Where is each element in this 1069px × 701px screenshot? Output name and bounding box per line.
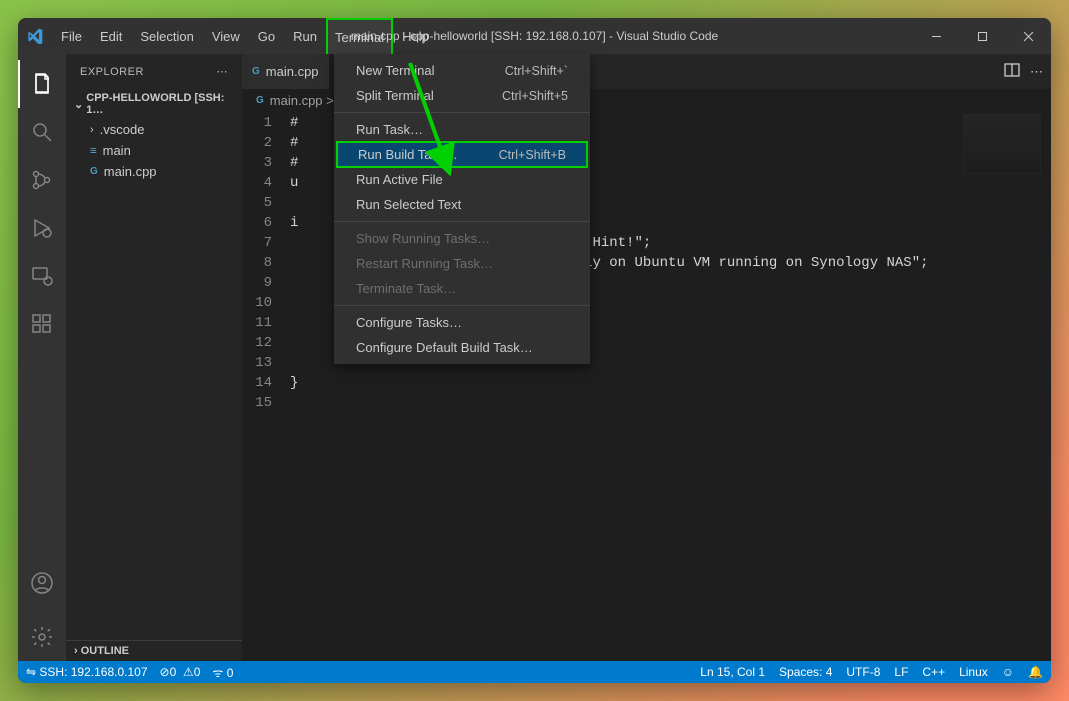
binary-file-icon: ≡	[90, 144, 97, 157]
menu-selection[interactable]: Selection	[131, 18, 202, 54]
explorer-icon[interactable]	[18, 60, 66, 108]
menu-item-run-task[interactable]: Run Task…	[334, 117, 590, 142]
more-icon[interactable]: ⋯	[217, 65, 229, 78]
sidebar-header: EXPLORER ⋯	[66, 54, 242, 89]
problems-indicator[interactable]: ⊘0 ⚠0	[160, 665, 201, 679]
sidebar-title: EXPLORER	[80, 66, 144, 78]
os-indicator[interactable]: Linux	[959, 665, 988, 679]
menu-item-run-active-file[interactable]: Run Active File	[334, 167, 590, 192]
outline-label: OUTLINE	[81, 645, 129, 657]
menu-item-configure-tasks[interactable]: Configure Tasks…	[334, 310, 590, 335]
menu-file[interactable]: File	[52, 18, 91, 54]
menu-go[interactable]: Go	[249, 18, 284, 54]
accounts-icon[interactable]	[18, 559, 66, 607]
terminal-menu-dropdown: New TerminalCtrl+Shift+`Split TerminalCt…	[334, 54, 590, 364]
vscode-logo-icon	[18, 28, 52, 44]
menu-item-configure-default-build-task[interactable]: Configure Default Build Task…	[334, 335, 590, 360]
warning-icon: ⚠	[183, 665, 194, 679]
vscode-window: File Edit Selection View Go Run Terminal…	[18, 18, 1051, 683]
error-icon: ⊘	[160, 665, 170, 679]
tree-folder-vscode[interactable]: › .vscode	[66, 119, 242, 140]
tree-label: main	[103, 143, 131, 158]
titlebar: File Edit Selection View Go Run Terminal…	[18, 18, 1051, 54]
minimap[interactable]	[963, 114, 1041, 174]
workspace-root[interactable]: ⌄ CPP-HELLOWORLD [SSH: 1…	[66, 89, 242, 119]
cpp-file-icon: G	[90, 166, 98, 177]
workspace-root-label: CPP-HELLOWORLD [SSH: 1…	[86, 92, 234, 116]
activity-bar	[18, 54, 66, 661]
menu-item-split-terminal[interactable]: Split TerminalCtrl+Shift+5	[334, 83, 590, 108]
split-editor-icon[interactable]	[1004, 62, 1020, 81]
eol[interactable]: LF	[894, 665, 908, 679]
ports-indicator[interactable]: ᯤ 0	[212, 664, 233, 681]
menu-view[interactable]: View	[203, 18, 249, 54]
close-button[interactable]	[1005, 18, 1051, 54]
maximize-button[interactable]	[959, 18, 1005, 54]
window-controls	[913, 18, 1051, 54]
menu-item-terminate-task: Terminate Task…	[334, 276, 590, 301]
chevron-right-icon: ›	[90, 124, 94, 136]
cpp-file-icon: G	[252, 66, 260, 77]
window-title: main.cpp - cpp-helloworld [SSH: 192.168.…	[351, 29, 718, 43]
tree-file-main[interactable]: ≡ main	[66, 140, 242, 161]
minimize-button[interactable]	[913, 18, 959, 54]
menu-item-restart-running-task: Restart Running Task…	[334, 251, 590, 276]
tree-file-main-cpp[interactable]: G main.cpp	[66, 161, 242, 182]
line-numbers: 123456789101112131415	[242, 111, 290, 661]
source-control-icon[interactable]	[18, 156, 66, 204]
tab-actions: ⋯	[996, 54, 1051, 89]
chevron-right-icon: ›	[74, 645, 78, 657]
notifications-icon[interactable]: 🔔	[1028, 665, 1043, 679]
encoding[interactable]: UTF-8	[846, 665, 880, 679]
indentation[interactable]: Spaces: 4	[779, 665, 832, 679]
menu-item-run-build-task[interactable]: Run Build Task…Ctrl+Shift+B	[336, 141, 588, 168]
sidebar: EXPLORER ⋯ ⌄ CPP-HELLOWORLD [SSH: 1… › .…	[66, 54, 242, 661]
remote-label: SSH: 192.168.0.107	[39, 665, 147, 679]
cpp-file-icon: G	[256, 95, 264, 106]
feedback-icon[interactable]: ☺	[1002, 665, 1014, 679]
tree-label: .vscode	[100, 122, 145, 137]
radio-tower-icon: ᯤ	[212, 666, 223, 680]
extensions-icon[interactable]	[18, 300, 66, 348]
statusbar: ⇋ SSH: 192.168.0.107 ⊘0 ⚠0 ᯤ 0 Ln 15, Co…	[18, 661, 1051, 683]
language-mode[interactable]: C++	[922, 665, 945, 679]
more-actions-icon[interactable]: ⋯	[1030, 64, 1043, 80]
menu-run[interactable]: Run	[284, 18, 326, 54]
tree-label: main.cpp	[104, 164, 157, 179]
menu-edit[interactable]: Edit	[91, 18, 131, 54]
outline-section[interactable]: › OUTLINE	[66, 640, 242, 661]
cursor-position[interactable]: Ln 15, Col 1	[700, 665, 765, 679]
chevron-down-icon: ⌄	[74, 98, 83, 111]
menu-item-run-selected-text[interactable]: Run Selected Text	[334, 192, 590, 217]
remote-indicator[interactable]: ⇋ SSH: 192.168.0.107	[26, 665, 148, 679]
tab-main-cpp-1[interactable]: G main.cpp	[242, 54, 330, 89]
tab-label: main.cpp	[266, 64, 319, 79]
menu-item-new-terminal[interactable]: New TerminalCtrl+Shift+`	[334, 58, 590, 83]
run-debug-icon[interactable]	[18, 204, 66, 252]
remote-icon: ⇋	[26, 665, 36, 679]
remote-explorer-icon[interactable]	[18, 252, 66, 300]
search-icon[interactable]	[18, 108, 66, 156]
settings-gear-icon[interactable]	[18, 613, 66, 661]
menu-item-show-running-tasks: Show Running Tasks…	[334, 226, 590, 251]
